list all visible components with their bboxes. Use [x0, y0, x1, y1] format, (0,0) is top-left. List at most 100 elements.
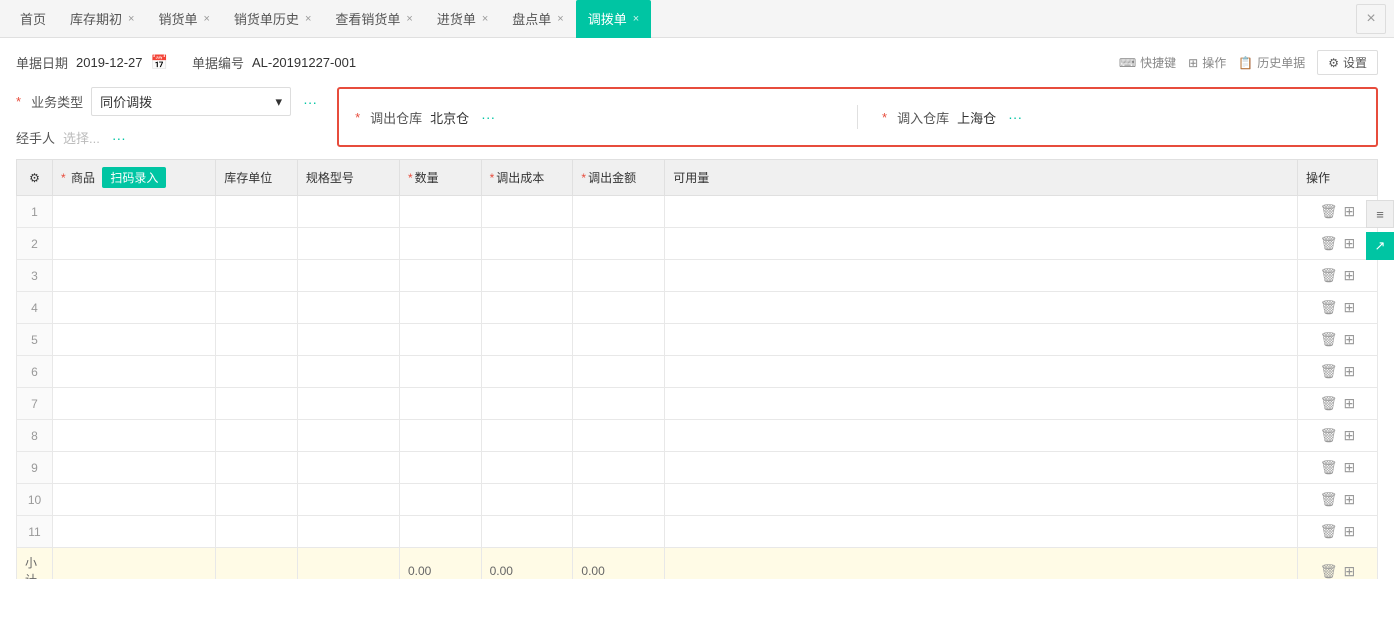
- row-cost-5[interactable]: [481, 324, 573, 356]
- row-unit-10[interactable]: [216, 484, 298, 516]
- tab-sales-history-close[interactable]: ×: [305, 13, 311, 25]
- calendar-icon[interactable]: 📅: [151, 54, 168, 71]
- tab-bar-close-btn[interactable]: ×: [1356, 4, 1386, 34]
- row-unit-2[interactable]: [216, 228, 298, 260]
- row-qty-1[interactable]: [399, 196, 481, 228]
- row-spec-11[interactable]: [297, 516, 399, 548]
- copy-icon-9[interactable]: ⊞: [1344, 459, 1356, 476]
- tab-stocktaking[interactable]: 盘点单 ×: [500, 0, 575, 38]
- row-product-10[interactable]: [53, 484, 216, 516]
- row-spec-1[interactable]: [297, 196, 399, 228]
- scan-button[interactable]: 扫码录入: [102, 167, 166, 188]
- delete-icon-4[interactable]: 🗑: [1320, 299, 1338, 316]
- row-spec-7[interactable]: [297, 388, 399, 420]
- history-action[interactable]: 📋 历史单据: [1238, 54, 1305, 71]
- export-btn[interactable]: ↗: [1366, 232, 1394, 260]
- row-amount-11[interactable]: [573, 516, 665, 548]
- copy-icon-11[interactable]: ⊞: [1344, 523, 1356, 540]
- row-cost-7[interactable]: [481, 388, 573, 420]
- row-qty-7[interactable]: [399, 388, 481, 420]
- row-product-11[interactable]: [53, 516, 216, 548]
- row-product-2[interactable]: [53, 228, 216, 260]
- copy-icon-5[interactable]: ⊞: [1344, 331, 1356, 348]
- delete-icon-8[interactable]: 🗑: [1320, 427, 1338, 444]
- copy-icon-8[interactable]: ⊞: [1344, 427, 1356, 444]
- operator-placeholder[interactable]: 选择...: [63, 128, 100, 147]
- row-available-1[interactable]: [665, 196, 1298, 228]
- row-qty-9[interactable]: [399, 452, 481, 484]
- row-spec-10[interactable]: [297, 484, 399, 516]
- delete-icon-3[interactable]: 🗑: [1320, 267, 1338, 284]
- row-amount-7[interactable]: [573, 388, 665, 420]
- operator-more[interactable]: ···: [108, 130, 130, 146]
- row-product-8[interactable]: [53, 420, 216, 452]
- row-unit-5[interactable]: [216, 324, 298, 356]
- row-available-9[interactable]: [665, 452, 1298, 484]
- delete-icon-1[interactable]: 🗑: [1320, 203, 1338, 220]
- row-unit-6[interactable]: [216, 356, 298, 388]
- row-qty-8[interactable]: [399, 420, 481, 452]
- row-amount-10[interactable]: [573, 484, 665, 516]
- row-amount-2[interactable]: [573, 228, 665, 260]
- copy-icon-7[interactable]: ⊞: [1344, 395, 1356, 412]
- tab-sales-history[interactable]: 销货单历史 ×: [222, 0, 323, 38]
- row-cost-8[interactable]: [481, 420, 573, 452]
- row-product-1[interactable]: [53, 196, 216, 228]
- row-available-2[interactable]: [665, 228, 1298, 260]
- row-amount-4[interactable]: [573, 292, 665, 324]
- settings-button[interactable]: ⚙ 设置: [1317, 50, 1378, 75]
- row-cost-3[interactable]: [481, 260, 573, 292]
- tab-transfer[interactable]: 调拨单 ×: [576, 0, 651, 38]
- row-unit-11[interactable]: [216, 516, 298, 548]
- row-cost-9[interactable]: [481, 452, 573, 484]
- row-cost-11[interactable]: [481, 516, 573, 548]
- copy-icon-10[interactable]: ⊞: [1344, 491, 1356, 508]
- delete-icon-7[interactable]: 🗑: [1320, 395, 1338, 412]
- tab-view-sales[interactable]: 查看销货单 ×: [323, 0, 424, 38]
- row-spec-5[interactable]: [297, 324, 399, 356]
- row-product-9[interactable]: [53, 452, 216, 484]
- row-available-8[interactable]: [665, 420, 1298, 452]
- row-cost-1[interactable]: [481, 196, 573, 228]
- copy-icon-3[interactable]: ⊞: [1344, 267, 1356, 284]
- row-qty-2[interactable]: [399, 228, 481, 260]
- shortcut-action[interactable]: ⌨ 快捷键: [1119, 54, 1176, 71]
- row-available-10[interactable]: [665, 484, 1298, 516]
- row-unit-8[interactable]: [216, 420, 298, 452]
- row-product-6[interactable]: [53, 356, 216, 388]
- delete-icon-9[interactable]: 🗑: [1320, 459, 1338, 476]
- th-gear[interactable]: ⚙: [17, 160, 53, 196]
- row-cost-4[interactable]: [481, 292, 573, 324]
- copy-icon-2[interactable]: ⊞: [1344, 235, 1356, 252]
- row-spec-3[interactable]: [297, 260, 399, 292]
- tab-purchase-close[interactable]: ×: [482, 13, 488, 25]
- row-product-7[interactable]: [53, 388, 216, 420]
- row-cost-2[interactable]: [481, 228, 573, 260]
- row-qty-11[interactable]: [399, 516, 481, 548]
- row-product-3[interactable]: [53, 260, 216, 292]
- row-spec-8[interactable]: [297, 420, 399, 452]
- row-available-3[interactable]: [665, 260, 1298, 292]
- row-available-11[interactable]: [665, 516, 1298, 548]
- row-cost-6[interactable]: [481, 356, 573, 388]
- row-product-4[interactable]: [53, 292, 216, 324]
- row-amount-5[interactable]: [573, 324, 665, 356]
- list-view-btn[interactable]: ≡: [1366, 200, 1394, 228]
- delete-icon-11[interactable]: 🗑: [1320, 523, 1338, 540]
- transfer-in-more[interactable]: ···: [1004, 109, 1026, 125]
- row-cost-10[interactable]: [481, 484, 573, 516]
- copy-icon-4[interactable]: ⊞: [1344, 299, 1356, 316]
- business-type-more[interactable]: ···: [299, 94, 321, 110]
- row-available-7[interactable]: [665, 388, 1298, 420]
- table-scroll[interactable]: ⚙ * 商品 扫码录入 库存单位 规格型号 *数量 *调出成本: [16, 159, 1378, 579]
- row-amount-1[interactable]: [573, 196, 665, 228]
- tab-transfer-close[interactable]: ×: [633, 13, 639, 25]
- subtotal-copy-icon[interactable]: ⊞: [1344, 563, 1356, 580]
- row-amount-9[interactable]: [573, 452, 665, 484]
- copy-icon-6[interactable]: ⊞: [1344, 363, 1356, 380]
- tab-inventory-init-close[interactable]: ×: [128, 13, 134, 25]
- delete-icon-6[interactable]: 🗑: [1320, 363, 1338, 380]
- row-available-4[interactable]: [665, 292, 1298, 324]
- tab-home[interactable]: 首页: [8, 0, 58, 38]
- row-product-5[interactable]: [53, 324, 216, 356]
